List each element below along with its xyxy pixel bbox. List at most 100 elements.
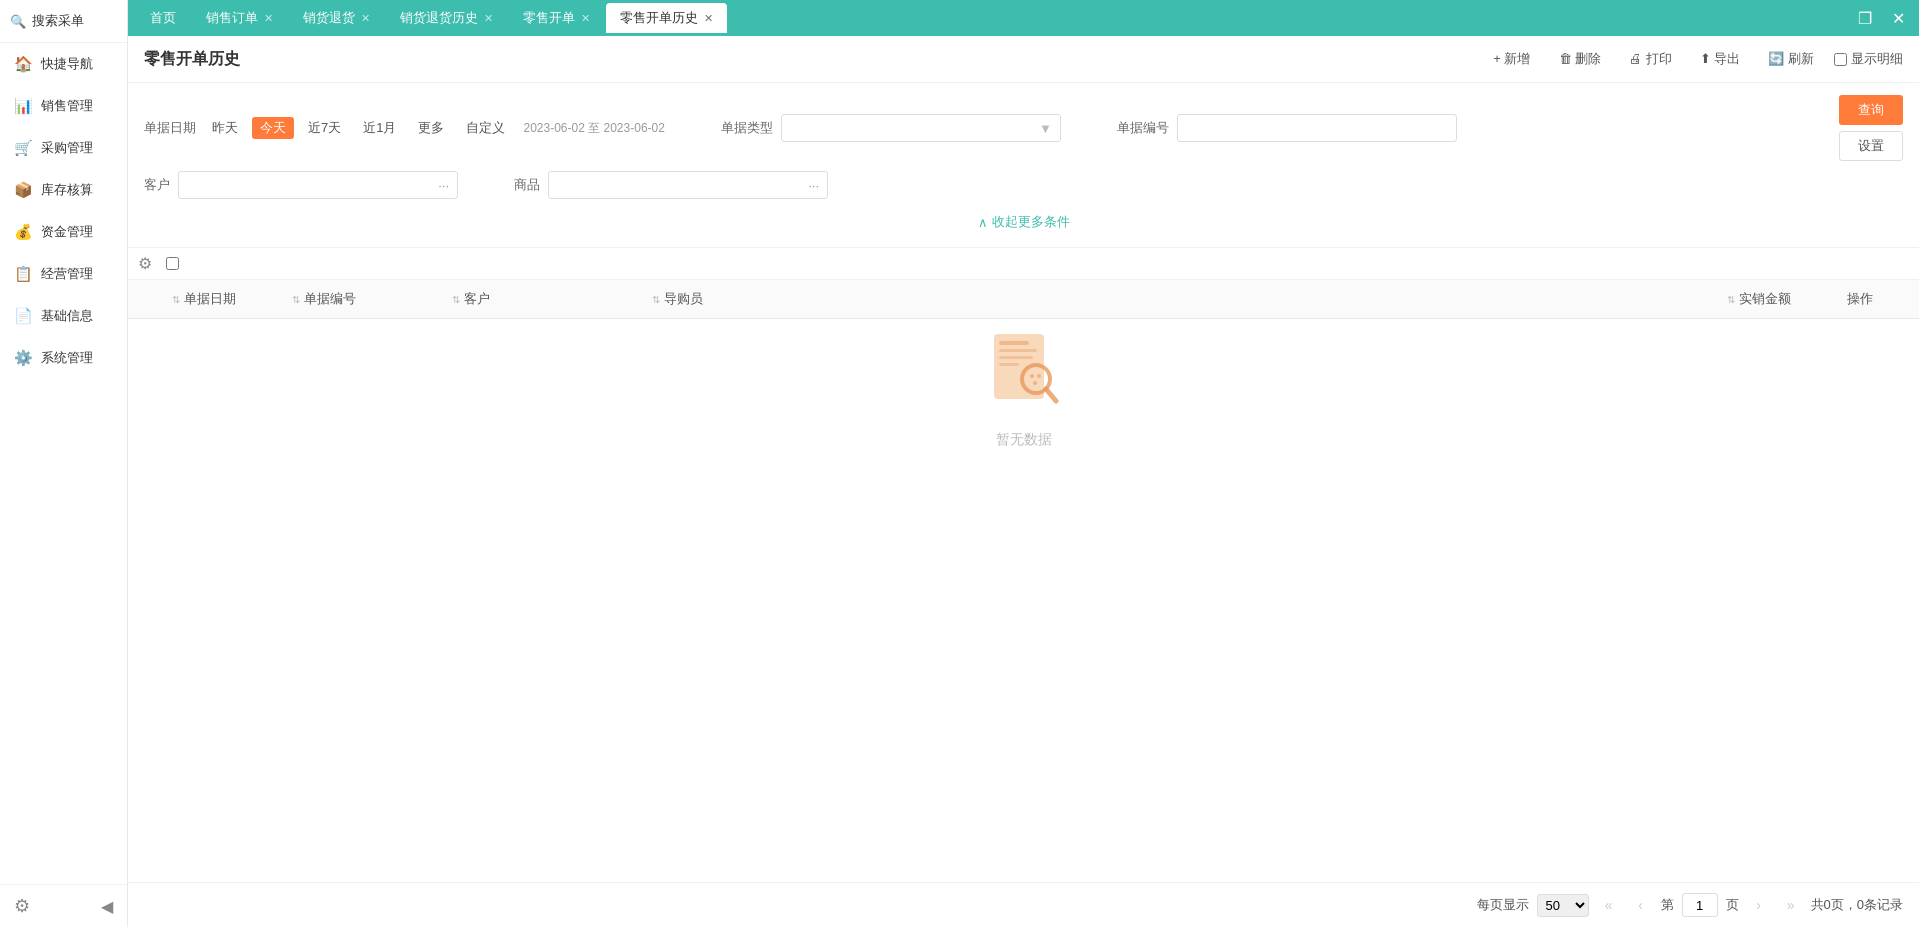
per-page-select[interactable]: 50 10 20 100 <box>1537 894 1589 917</box>
sidebar-item-label: 经营管理 <box>41 265 93 283</box>
query-button[interactable]: 查询 <box>1839 95 1903 125</box>
search-row-1: 单据日期 昨天 今天 近7天 近1月 更多 自定义 2023-06-02 至 2… <box>144 95 1903 161</box>
collapse-button[interactable]: ∧ 收起更多条件 <box>978 209 1070 235</box>
close-window-button[interactable]: ✕ <box>1886 7 1911 30</box>
prev-page-button[interactable]: ‹ <box>1629 893 1653 917</box>
first-page-button[interactable]: « <box>1597 893 1621 917</box>
settings-icon[interactable]: ⚙ <box>14 895 30 917</box>
custom-btn[interactable]: 自定义 <box>458 117 513 139</box>
purchase-mgmt-icon: 🛒 <box>14 139 33 157</box>
tab-bar: 首页销售订单✕销货退货✕销货退货历史✕零售开单✕零售开单历史✕ ❐ ✕ <box>128 0 1919 36</box>
pagination: 每页显示 50 10 20 100 « ‹ 第 页 › » 共0页，0条记录 <box>128 882 1919 927</box>
customer-field: 客户 ··· <box>144 171 458 199</box>
tab-close-retail-history[interactable]: ✕ <box>704 12 713 25</box>
page-number-input[interactable] <box>1682 893 1718 917</box>
more-btn[interactable]: 更多 <box>410 117 452 139</box>
sidebar: 🔍 搜索采单 🏠快捷导航📊销售管理🛒采购管理📦库存核算💰资金管理 📋 经营管理 📄基础… <box>0 0 128 927</box>
sidebar-item-label: 销售管理 <box>41 97 93 115</box>
customer-input[interactable]: ··· <box>178 171 458 199</box>
goods-dots: ··· <box>808 178 819 193</box>
display-detail-input[interactable] <box>1834 53 1847 66</box>
svg-rect-4 <box>999 363 1019 366</box>
restore-window-button[interactable]: ❐ <box>1852 7 1878 30</box>
sidebar-search[interactable]: 🔍 搜索采单 <box>0 0 127 43</box>
display-detail-label: 显示明细 <box>1851 50 1903 68</box>
sort-number-icon: ⇅ <box>292 294 300 305</box>
tab-sales-return-history[interactable]: 销货退货历史 ✕ <box>386 3 507 33</box>
tab-label-sales-order: 销售订单 <box>206 9 258 27</box>
main-content: 首页销售订单✕销货退货✕销货退货历史✕零售开单✕零售开单历史✕ ❐ ✕ 零售开单… <box>128 0 1919 927</box>
table-area: ⚙ ⇅ 单据日期 ⇅ 单据编号 <box>128 248 1919 882</box>
last-page-button[interactable]: » <box>1779 893 1803 917</box>
sidebar-item-label: 基础信息 <box>41 307 93 325</box>
table-settings-icon[interactable]: ⚙ <box>138 254 152 273</box>
sidebar-item-basic-info[interactable]: 📄基础信息 <box>0 295 127 337</box>
order-number-input[interactable] <box>1177 114 1457 142</box>
page-suffix: 页 <box>1726 896 1739 914</box>
date-filters: 昨天 今天 近7天 近1月 更多 自定义 2023-06-02 至 2023-0… <box>204 117 665 139</box>
sidebar-footer: ⚙ ◀ <box>0 884 127 927</box>
tab-close-retail-open[interactable]: ✕ <box>581 12 590 25</box>
goods-label: 商品 <box>514 176 540 194</box>
tab-close-sales-return-history[interactable]: ✕ <box>484 12 493 25</box>
table-scroll: ⇅ 单据日期 ⇅ 单据编号 ⇅ 客户 <box>128 280 1919 882</box>
tab-retail-open[interactable]: 零售开单✕ <box>509 3 604 33</box>
sidebar-item-sales-mgmt[interactable]: 📊销售管理 <box>0 85 127 127</box>
svg-point-8 <box>1037 374 1041 378</box>
sidebar-item-label: 库存核算 <box>41 181 93 199</box>
svg-rect-2 <box>999 349 1037 352</box>
col-header-date[interactable]: ⇅ 单据日期 <box>164 280 284 319</box>
yesterday-btn[interactable]: 昨天 <box>204 117 246 139</box>
sidebar-item-inventory[interactable]: 📦库存核算 <box>0 169 127 211</box>
print-button[interactable]: 🖨 打印 <box>1621 46 1680 72</box>
tab-label-sales-return-history: 销货退货历史 <box>400 9 478 27</box>
today-btn[interactable]: 今天 <box>252 117 294 139</box>
sort-customer-icon: ⇅ <box>452 294 460 305</box>
col-header-amount[interactable]: ⇅ 实销金额 <box>1719 280 1839 319</box>
quick-nav-icon: 🏠 <box>14 55 33 73</box>
empty-state: 暂无数据 <box>128 319 1919 449</box>
tab-sales-return[interactable]: 销货退货✕ <box>289 3 384 33</box>
tab-retail-history[interactable]: 零售开单历史 ✕ <box>606 3 727 33</box>
col-header-spacer <box>764 280 1719 319</box>
search-icon: 🔍 <box>10 14 26 29</box>
order-type-select[interactable]: ▼ <box>781 114 1061 142</box>
col-header-actions: 操作 <box>1839 280 1919 319</box>
col-header-number[interactable]: ⇅ 单据编号 <box>284 280 444 319</box>
col-header-customer[interactable]: ⇅ 客户 <box>444 280 644 319</box>
search-row-2: 客户 ··· 商品 ··· <box>144 171 1903 199</box>
sort-guide-icon: ⇅ <box>652 294 660 305</box>
tab-sales-order[interactable]: 销售订单 ✕ <box>192 3 287 33</box>
col-header-guide[interactable]: ⇅ 导购员 <box>644 280 764 319</box>
goods-input[interactable]: ··· <box>548 171 828 199</box>
svg-point-7 <box>1030 374 1034 378</box>
settings-button[interactable]: 设置 <box>1839 131 1903 161</box>
last1month-btn[interactable]: 近1月 <box>355 117 404 139</box>
customer-dots: ··· <box>438 178 449 193</box>
display-detail-checkbox[interactable]: 显示明细 <box>1834 50 1903 68</box>
search-area: 单据日期 昨天 今天 近7天 近1月 更多 自定义 2023-06-02 至 2… <box>128 83 1919 248</box>
collapse-sidebar-icon[interactable]: ◀ <box>101 897 113 916</box>
header-actions: + 新增 🗑 删除 🖨 打印 ⬆ 导出 🔄 刷新 显示明细 <box>1485 46 1903 72</box>
add-button[interactable]: + 新增 <box>1485 46 1538 72</box>
sidebar-item-purchase-mgmt[interactable]: 🛒采购管理 <box>0 127 127 169</box>
select-all-checkbox[interactable] <box>166 257 179 270</box>
sidebar-item-operation[interactable]: 📋 经营管理 <box>0 253 127 295</box>
last7days-btn[interactable]: 近7天 <box>300 117 349 139</box>
tab-close-sales-return[interactable]: ✕ <box>361 12 370 25</box>
delete-button[interactable]: 🗑 删除 <box>1551 46 1610 72</box>
tab-label-home: 首页 <box>150 9 176 27</box>
order-number-field: 单据编号 <box>1117 114 1457 142</box>
refresh-button[interactable]: 🔄 刷新 <box>1760 46 1822 72</box>
sidebar-item-finance[interactable]: 💰资金管理 <box>0 211 127 253</box>
sidebar-item-quick-nav[interactable]: 🏠快捷导航 <box>0 43 127 85</box>
collapse-label: 收起更多条件 <box>992 213 1070 231</box>
next-page-button[interactable]: › <box>1747 893 1771 917</box>
tab-close-sales-order[interactable]: ✕ <box>264 12 273 25</box>
sidebar-item-sys-mgmt[interactable]: ⚙️系统管理 <box>0 337 127 379</box>
export-button[interactable]: ⬆ 导出 <box>1692 46 1749 72</box>
operation-icon: 📋 <box>14 265 33 283</box>
tab-label-retail-history: 零售开单历史 <box>620 9 698 27</box>
tab-home[interactable]: 首页 <box>136 3 190 33</box>
svg-rect-3 <box>999 356 1033 359</box>
